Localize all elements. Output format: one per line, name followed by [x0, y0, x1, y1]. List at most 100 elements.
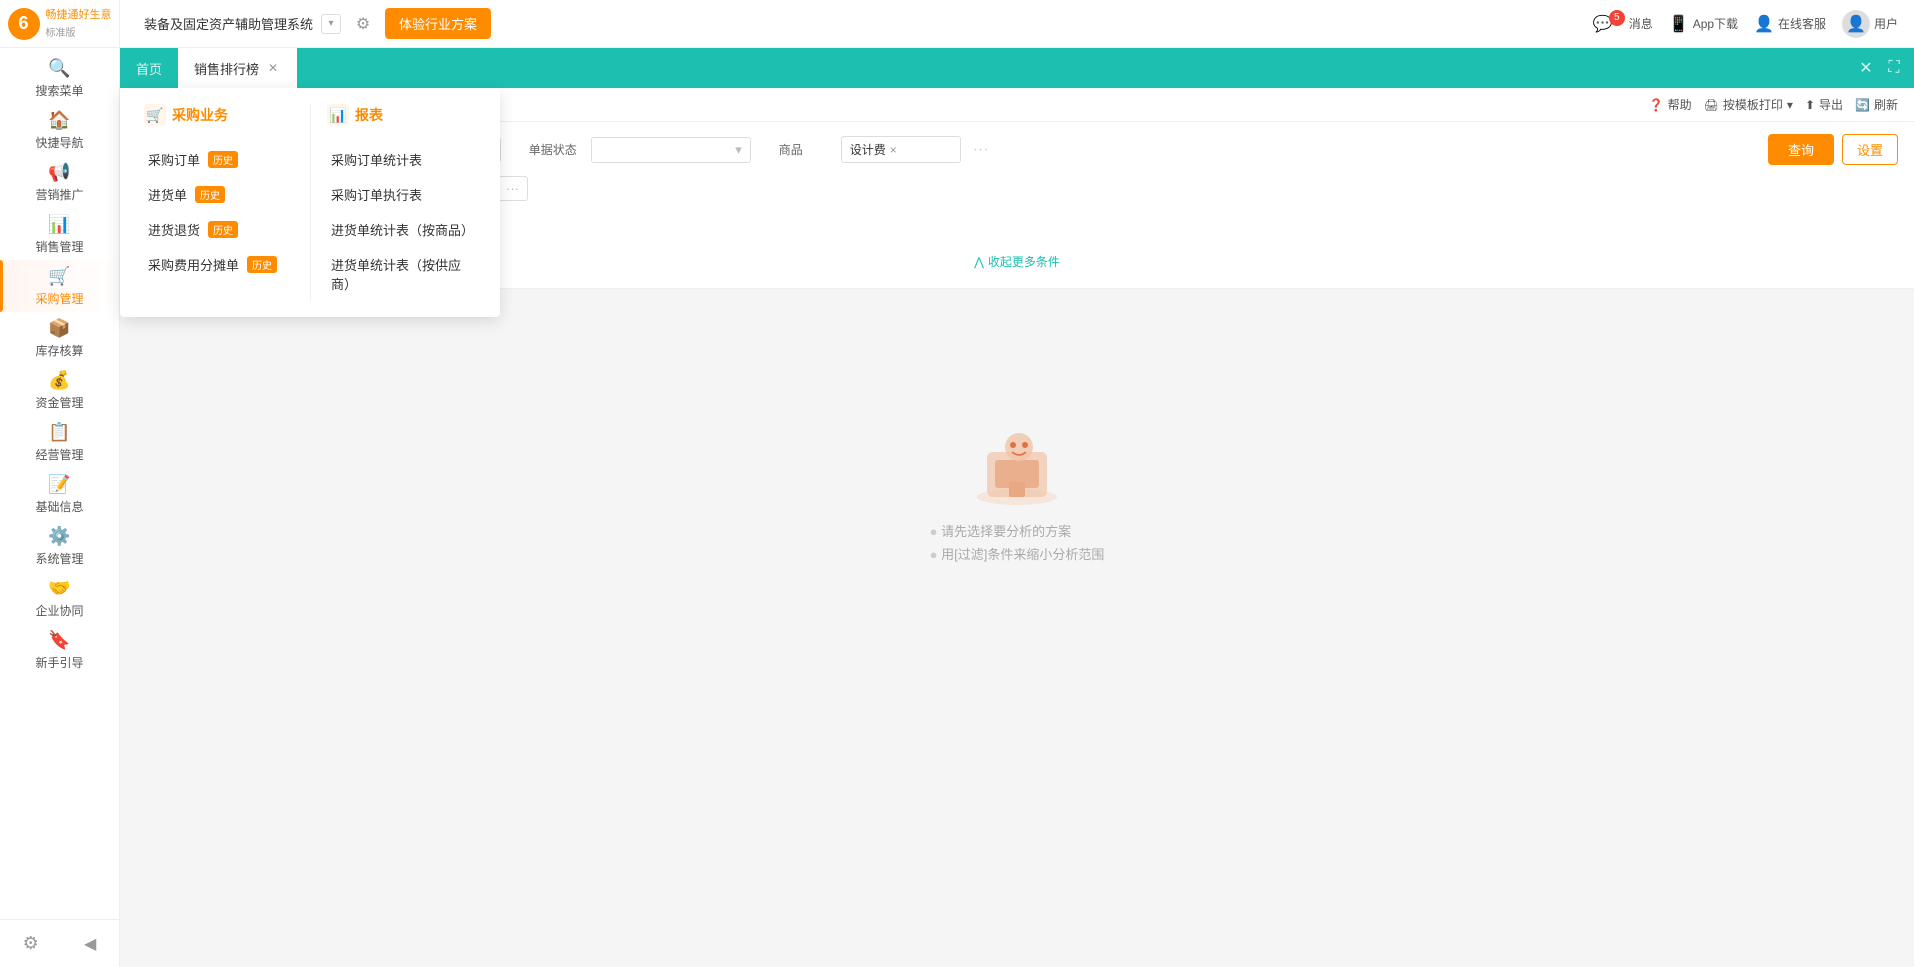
header-right: 💬 5 消息 📱 App下载 👤 在线客服 👤 用户 [1593, 10, 1898, 38]
help-btn[interactable]: ❓ 帮助 [1649, 96, 1692, 113]
purchase-return-item[interactable]: 进货退货 历史 [144, 212, 302, 247]
filter-actions: 查询 设置 [1768, 134, 1898, 165]
user-btn[interactable]: 👤 用户 [1842, 10, 1898, 38]
sidebar-item-search[interactable]: 🔍 搜索菜单 [0, 52, 119, 104]
sidebar: 6 畅捷通好生意 标准版 🔍 搜索菜单 🏠 快捷导航 📢 营销推广 📊 销售管理… [0, 0, 120, 967]
refresh-icon: 🔄 [1855, 98, 1870, 112]
goods-tag-close[interactable]: × [890, 143, 897, 157]
tab-sales-rank[interactable]: 销售排行榜 ✕ [178, 48, 297, 88]
sidebar-label-basicinfo: 基础信息 [35, 498, 83, 515]
print-icon: 🖨 [1704, 98, 1719, 112]
sidebar-item-quicknav[interactable]: 🏠 快捷导航 [0, 104, 119, 156]
report-order-stat-item[interactable]: 采购订单统计表 [327, 142, 476, 177]
purchase-return-hist: 历史 [208, 221, 238, 238]
tabs-bar: 首页 销售排行榜 ✕ ✕ ⛶ [120, 48, 1914, 88]
report-section: 📊 报表 采购订单统计表 采购订单执行表 进货单统计表（按商品） 进货单统计表（… [310, 104, 484, 301]
app-download-label: App下载 [1693, 15, 1738, 32]
sidebar-label-collab: 企业协同 [35, 602, 83, 619]
sidebar-item-purchase[interactable]: 🛒 采购管理 [0, 260, 119, 312]
report-order-exec-label: 采购订单执行表 [331, 185, 422, 204]
tab-close-all-btn[interactable]: ✕ [1854, 56, 1878, 80]
settings-bottom-icon[interactable]: ⚙ [23, 933, 39, 954]
report-order-exec-item[interactable]: 采购订单执行表 [327, 177, 476, 212]
purchase-cost-item[interactable]: 采购费用分摊单 历史 [144, 247, 302, 282]
empty-tip-2: 用[过滤]条件来缩小分析范围 [941, 547, 1104, 562]
report-section-icon: 📊 [327, 104, 349, 126]
app-download-btn[interactable]: 📱 App下载 [1669, 14, 1738, 34]
sidebar-item-collab[interactable]: 🤝 企业协同 [0, 572, 119, 624]
query-btn[interactable]: 查询 [1768, 134, 1834, 165]
sidebar-label-funds: 资金管理 [35, 394, 83, 411]
sidebar-item-basicinfo[interactable]: 📝 基础信息 [0, 468, 119, 520]
sidebar-label-purchase: 采购管理 [35, 290, 83, 307]
purchase-receipt-label: 进货单 [148, 185, 187, 204]
refresh-btn[interactable]: 🔄 刷新 [1855, 96, 1898, 113]
report-section-title: 📊 报表 [327, 104, 476, 132]
basicinfo-icon: 📝 [48, 474, 70, 495]
purchase-section-label: 采购业务 [172, 105, 228, 125]
message-btn[interactable]: 💬 5 消息 [1593, 14, 1653, 34]
message-badge: 5 [1609, 10, 1625, 26]
logo-area: 6 畅捷通好生意 标准版 [0, 0, 119, 48]
sidebar-item-inventory[interactable]: 📦 库存核算 [0, 312, 119, 364]
sidebar-label-operations: 经营管理 [35, 446, 83, 463]
filter-settings-btn[interactable]: 设置 [1842, 134, 1898, 165]
sidebar-item-system[interactable]: ⚙️ 系统管理 [0, 520, 119, 572]
report-receipt-goods-item[interactable]: 进货单统计表（按商品） [327, 212, 476, 247]
purchase-cost-hist: 历史 [247, 256, 277, 273]
goods-label: 商品 [779, 141, 829, 158]
industry-btn[interactable]: 体验行业方案 [385, 8, 491, 39]
sidebar-bottom: ⚙ ◀ [0, 919, 119, 967]
logo-icon: 6 [8, 8, 40, 40]
user-label: 用户 [1874, 15, 1898, 32]
sidebar-item-guide[interactable]: 🔖 新手引导 [0, 624, 119, 676]
sales-icon: 📊 [48, 214, 70, 235]
system-icon: ⚙️ [48, 526, 70, 547]
help-label: 帮助 [1668, 96, 1692, 113]
system-title: 装备及固定资产辅助管理系统 [144, 14, 313, 33]
purchase-order-item[interactable]: 采购订单 历史 [144, 142, 302, 177]
mobile-icon: 📱 [1669, 14, 1689, 34]
sidebar-label-search: 搜索菜单 [35, 82, 83, 99]
voucher-status-label: 单据状态 [529, 141, 579, 158]
purchase-return-label: 进货退货 [148, 220, 200, 239]
salesman-more-btn[interactable]: ··· [506, 181, 519, 196]
goods-tag: 设计费 × [850, 141, 897, 158]
report-receipt-goods-label: 进货单统计表（按商品） [331, 220, 472, 239]
system-settings-btn[interactable]: ⚙ [349, 10, 377, 38]
avatar: 👤 [1842, 10, 1870, 38]
export-btn[interactable]: ⬆ 导出 [1805, 96, 1843, 113]
goods-more-btn[interactable]: ··· [973, 141, 989, 159]
online-service-btn[interactable]: 👤 在线客服 [1754, 14, 1826, 34]
sidebar-item-funds[interactable]: 💰 资金管理 [0, 364, 119, 416]
purchase-receipt-item[interactable]: 进货单 历史 [144, 177, 302, 212]
purchase-order-hist: 历史 [208, 151, 238, 168]
tab-home-label: 首页 [136, 59, 162, 78]
sidebar-item-operations[interactable]: 📋 经营管理 [0, 416, 119, 468]
tab-home[interactable]: 首页 [120, 48, 178, 88]
collapse-sidebar-icon[interactable]: ◀ [84, 934, 96, 954]
sidebar-item-sales[interactable]: 📊 销售管理 [0, 208, 119, 260]
tab-close-btn[interactable]: ✕ [265, 60, 281, 76]
tab-maximize-btn[interactable]: ⛶ [1882, 56, 1906, 80]
sidebar-label-system: 系统管理 [35, 550, 83, 567]
print-btn[interactable]: 🖨 按模板打印 ▾ [1704, 96, 1793, 113]
online-service-label: 在线客服 [1778, 15, 1826, 32]
system-dropdown-btn[interactable]: ▾ [321, 14, 341, 34]
purchase-order-label: 采购订单 [148, 150, 200, 169]
sidebar-label-marketing: 营销推广 [35, 186, 83, 203]
tab-sales-rank-label: 销售排行榜 [194, 59, 259, 78]
guide-icon: 🔖 [48, 630, 70, 651]
tabs-right: ✕ ⛶ [1854, 56, 1914, 80]
export-icon: ⬆ [1805, 98, 1815, 112]
sidebar-label-inventory: 库存核算 [35, 342, 83, 359]
export-label: 导出 [1819, 96, 1843, 113]
home-icon: 🏠 [48, 110, 70, 131]
print-label: 按模板打印 [1723, 96, 1783, 113]
operations-icon: 📋 [48, 422, 70, 443]
voucher-status-dropdown[interactable]: ▾ [735, 142, 742, 158]
collab-icon: 🤝 [48, 578, 70, 599]
sidebar-item-marketing[interactable]: 📢 营销推广 [0, 156, 119, 208]
refresh-label: 刷新 [1874, 96, 1898, 113]
report-receipt-supplier-item[interactable]: 进货单统计表（按供应商） [327, 247, 476, 301]
